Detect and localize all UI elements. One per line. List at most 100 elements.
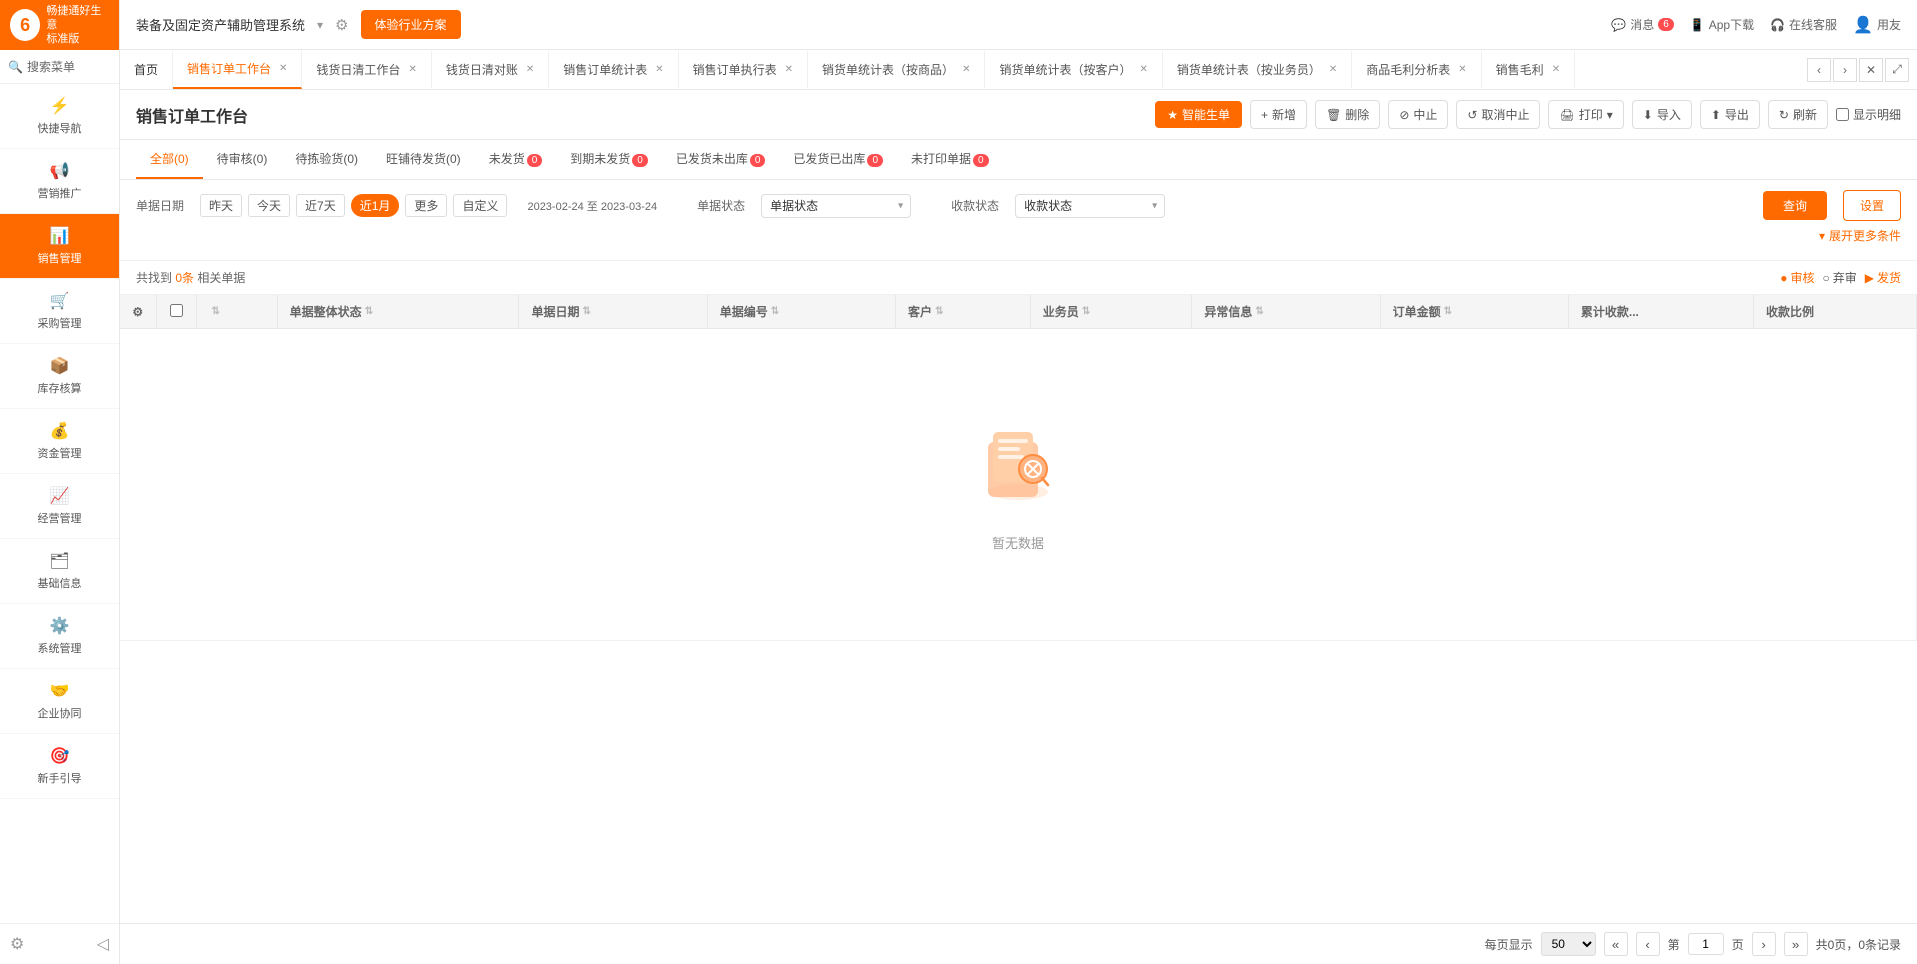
tab-close-current[interactable]: ✕ xyxy=(1859,58,1883,82)
quick-nav-icon: ⚡ xyxy=(50,96,70,116)
sidebar-item-enterprise[interactable]: 🤝 企业协同 xyxy=(0,669,119,734)
smart-create-button[interactable]: ★ 智能生单 xyxy=(1155,101,1242,128)
tab-gross-margin[interactable]: 商品毛利分析表 ✕ xyxy=(1352,51,1481,88)
settings-icon[interactable]: ⚙ xyxy=(10,934,24,954)
tab-close-sales-summary-cust[interactable]: ✕ xyxy=(1139,64,1147,75)
first-page-button[interactable]: « xyxy=(1604,932,1628,956)
subtab-wangpu-pending[interactable]: 旺铺待发货(0) xyxy=(372,140,475,179)
review-action-button[interactable]: ● 审核 xyxy=(1780,269,1814,286)
tab-close-sales-summary-prod[interactable]: ✕ xyxy=(962,64,970,75)
date-btn-1month[interactable]: 近1月 xyxy=(351,194,400,217)
sidebar-item-sales[interactable]: 📊 销售管理 xyxy=(0,214,119,279)
tab-close-sales-stat[interactable]: ✕ xyxy=(655,64,663,75)
subtab-pending-review[interactable]: 待审核(0) xyxy=(203,140,282,179)
sidebar-item-system[interactable]: ⚙️ 系统管理 xyxy=(0,604,119,669)
th-date[interactable]: 单据整体状态 ⇅ xyxy=(277,295,519,329)
th-checkbox[interactable] xyxy=(156,295,196,329)
date-btn-custom[interactable]: 自定义 xyxy=(453,194,507,217)
anti-review-action-button[interactable]: ○ 弃审 xyxy=(1822,269,1856,286)
tab-fullscreen[interactable]: ⤢ xyxy=(1885,58,1909,82)
subtab-not-shipped[interactable]: 未发货0 xyxy=(475,140,557,179)
subtab-expired-not-shipped[interactable]: 到期未发货0 xyxy=(556,140,662,179)
tab-sales-workbench[interactable]: 销售订单工作台 ✕ xyxy=(173,50,302,89)
prev-page-button[interactable]: ‹ xyxy=(1636,932,1660,956)
th-received[interactable]: 订单金额 ⇅ xyxy=(1380,295,1568,329)
th-customer[interactable]: 单据编号 ⇅ xyxy=(707,295,895,329)
sidebar-item-guide[interactable]: 🎯 新手引导 xyxy=(0,734,119,799)
date-btn-today[interactable]: 今天 xyxy=(248,194,290,217)
online-service-btn[interactable]: 🎧 在线客服 xyxy=(1770,16,1837,33)
industry-solution-button[interactable]: 体验行业方案 xyxy=(361,10,461,39)
filter-row-2: ▾ 展开更多条件 xyxy=(136,227,1901,244)
sidebar-item-basic[interactable]: 🗂 基础信息 xyxy=(0,539,119,604)
export-button[interactable]: ⬆ 导出 xyxy=(1700,100,1760,129)
tab-sales-stat[interactable]: 销售订单统计表 ✕ xyxy=(549,51,678,88)
th-number[interactable]: 单据日期 ⇅ xyxy=(519,295,707,329)
tab-close-gross-margin[interactable]: ✕ xyxy=(1458,64,1466,75)
ship-action-button[interactable]: ▶ 发货 xyxy=(1865,269,1901,286)
user-menu[interactable]: 👤 用友 xyxy=(1853,15,1901,35)
horizontal-scrollbar[interactable] xyxy=(120,907,1917,923)
tab-home[interactable]: 首页 xyxy=(120,51,173,88)
sidebar-item-quick-nav[interactable]: ⚡ 快捷导航 xyxy=(0,84,119,149)
tab-close-sales-workbench[interactable]: ✕ xyxy=(279,63,287,74)
date-btn-more[interactable]: 更多 xyxy=(405,194,447,217)
last-page-button[interactable]: » xyxy=(1784,932,1808,956)
sidebar-item-finance[interactable]: 💰 资金管理 xyxy=(0,409,119,474)
th-abnormal[interactable]: 业务员 ⇅ xyxy=(1030,295,1192,329)
topbar-dropdown-icon[interactable]: ▾ xyxy=(317,18,323,32)
page-size-select[interactable]: 50 10 20 100 xyxy=(1541,932,1596,956)
import-button[interactable]: ⬇ 导入 xyxy=(1632,100,1692,129)
th-staff[interactable]: 客户 ⇅ xyxy=(896,295,1031,329)
subtab-pending-inspect[interactable]: 待拣验货(0) xyxy=(281,140,372,179)
subtab-shipped-not-out[interactable]: 已发货未出库0 xyxy=(662,140,780,179)
query-button[interactable]: 查询 xyxy=(1763,191,1827,220)
sidebar-search[interactable]: 🔍 搜索菜单 xyxy=(0,50,119,84)
tab-close-cash-daily[interactable]: ✕ xyxy=(408,64,416,75)
current-page-input[interactable] xyxy=(1688,933,1724,955)
date-btn-7days[interactable]: 近7天 xyxy=(296,194,345,217)
tab-close-sales-summary-staff[interactable]: ✕ xyxy=(1329,64,1337,75)
tab-close-sales-profit[interactable]: ✕ xyxy=(1552,64,1560,75)
sidebar-item-purchase[interactable]: 🛒 采购管理 xyxy=(0,279,119,344)
subtab-shipped-out[interactable]: 已发货已出库0 xyxy=(779,140,897,179)
refresh-button[interactable]: ↻ 刷新 xyxy=(1768,100,1828,129)
sidebar-item-marketing[interactable]: 📢 营销推广 xyxy=(0,149,119,214)
show-detail-label[interactable]: 显示明细 xyxy=(1836,106,1901,123)
setting-button[interactable]: 设置 xyxy=(1843,190,1901,221)
tab-scroll-right[interactable]: › xyxy=(1833,58,1857,82)
message-btn[interactable]: 💬 消息 6 xyxy=(1611,16,1674,33)
tab-sales-summary-staff[interactable]: 销货单统计表（按业务员） ✕ xyxy=(1163,51,1352,88)
tab-cash-daily[interactable]: 钱货日清工作台 ✕ xyxy=(302,51,431,88)
sidebar-item-operation[interactable]: 📈 经营管理 xyxy=(0,474,119,539)
tab-sales-summary-prod[interactable]: 销货单统计表（按商品） ✕ xyxy=(808,51,985,88)
show-detail-checkbox[interactable] xyxy=(1836,108,1849,121)
sidebar-item-inventory[interactable]: 📦 库存核算 xyxy=(0,344,119,409)
subtab-all[interactable]: 全部(0) xyxy=(136,140,203,179)
subtab-not-printed[interactable]: 未打印单据0 xyxy=(897,140,1003,179)
new-button[interactable]: + 新增 xyxy=(1250,100,1307,129)
tab-sales-summary-cust[interactable]: 销货单统计表（按客户） ✕ xyxy=(985,51,1162,88)
app-download-btn[interactable]: 📱 App下载 xyxy=(1690,16,1754,33)
expand-filter-button[interactable]: ▾ 展开更多条件 xyxy=(1819,227,1901,244)
topbar-settings-icon[interactable]: ⚙ xyxy=(335,16,348,34)
date-btn-yesterday[interactable]: 昨天 xyxy=(200,194,242,217)
tab-sales-profit[interactable]: 销售毛利 ✕ xyxy=(1482,51,1575,88)
delete-button[interactable]: 🗑 删除 xyxy=(1315,100,1380,129)
th-gear[interactable]: ⚙ xyxy=(120,295,156,329)
tab-cash-reconcile[interactable]: 钱货日清对账 ✕ xyxy=(432,51,549,88)
tab-close-cash-reconcile[interactable]: ✕ xyxy=(526,64,534,75)
select-all-checkbox[interactable] xyxy=(170,304,183,317)
tab-scroll-left[interactable]: ‹ xyxy=(1807,58,1831,82)
tab-sales-exec[interactable]: 销售订单执行表 ✕ xyxy=(679,51,808,88)
stop-button[interactable]: ⊘ 中止 xyxy=(1388,100,1448,129)
print-button[interactable]: 🖨 打印 ▾ xyxy=(1548,100,1623,129)
collapse-icon[interactable]: ◁ xyxy=(97,934,109,954)
status-filter-select[interactable]: 单据状态 xyxy=(761,194,911,218)
payment-filter-select[interactable]: 收款状态 xyxy=(1015,194,1165,218)
tab-close-sales-exec[interactable]: ✕ xyxy=(785,64,793,75)
next-page-button[interactable]: › xyxy=(1752,932,1776,956)
th-status[interactable]: ⇅ xyxy=(196,295,277,329)
th-amount[interactable]: 异常信息 ⇅ xyxy=(1192,295,1380,329)
cancel-stop-button[interactable]: ↺ 取消中止 xyxy=(1456,100,1540,129)
